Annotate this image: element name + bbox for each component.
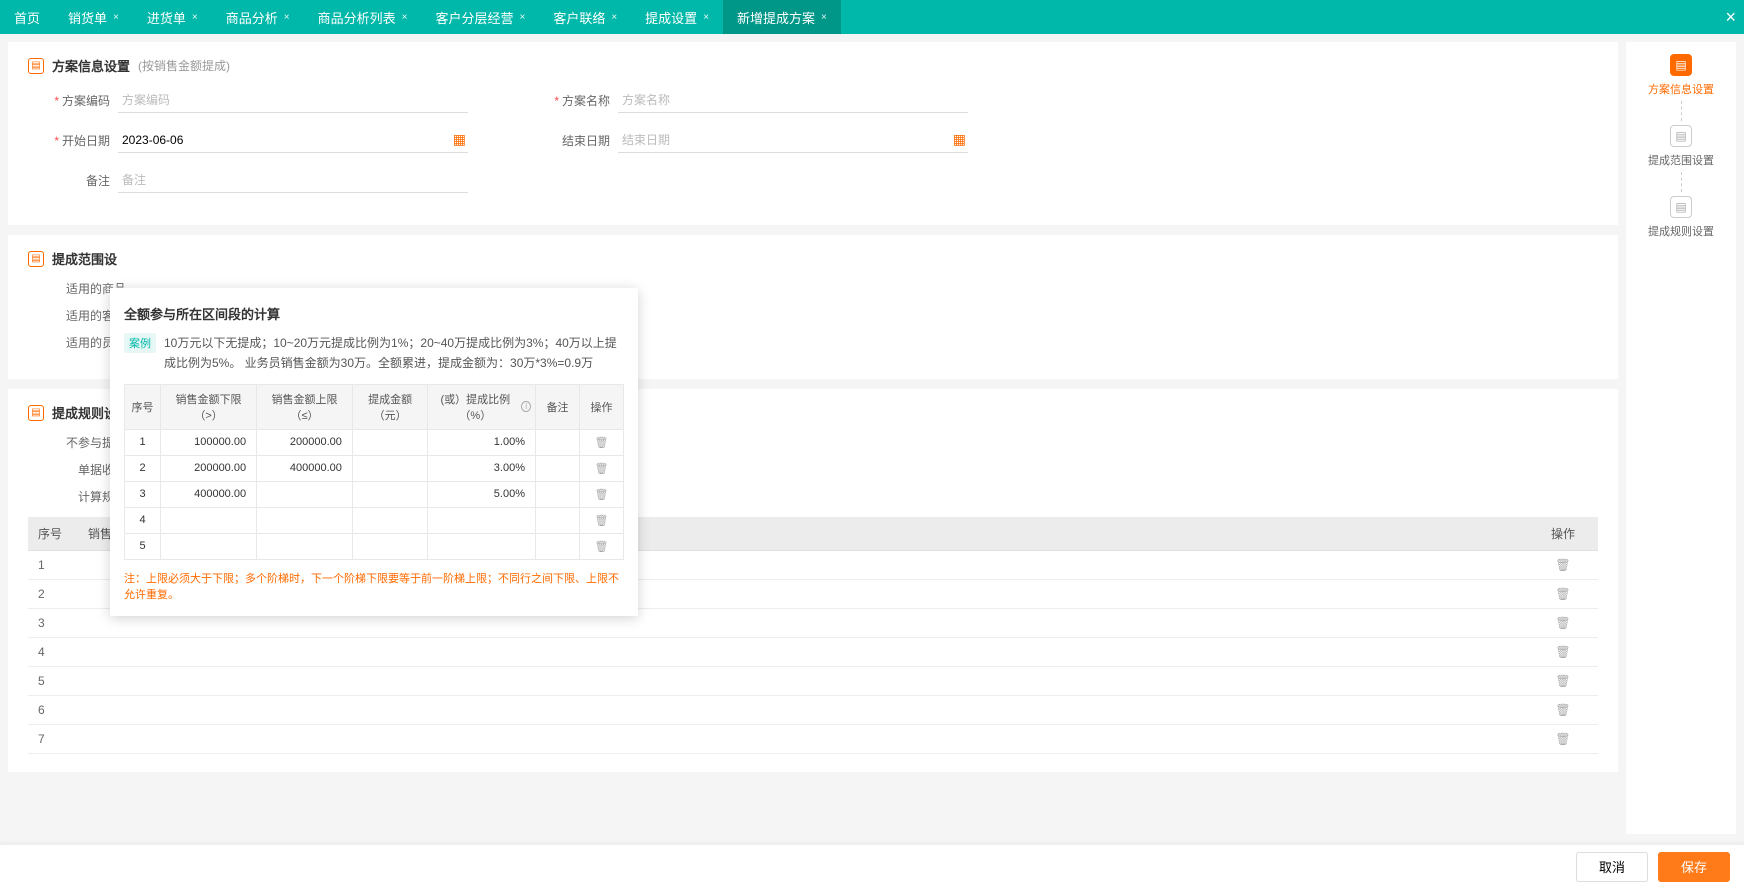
section-icon: ▤	[28, 405, 44, 421]
table-row: 2200000.00400000.003.00%🗑	[125, 455, 624, 481]
col-idx: 序号	[28, 517, 78, 551]
label-remark: 备注	[28, 172, 118, 189]
tab-commission-setting[interactable]: 提成设置×	[631, 0, 723, 34]
side-anchor-nav: ▤ 方案信息设置 ▤ 提成范围设置 ▤ 提成规则设置	[1626, 42, 1736, 834]
close-icon[interactable]: ×	[402, 12, 408, 23]
section-title: 方案信息设置	[52, 56, 130, 75]
anchor-icon: ▤	[1670, 125, 1692, 147]
input-end-date[interactable]	[618, 127, 968, 153]
table-row: 4🗑	[125, 507, 624, 533]
col-remark: 备注	[518, 517, 1528, 551]
tab-customer-tier[interactable]: 客户分层经营×	[421, 0, 539, 34]
anchor-scope[interactable]: ▤ 提成范围设置	[1648, 125, 1714, 168]
popup-table: 序号 销售金额下限（>） 销售金额上限（≤） 提成金额（元） (或）提成比例（%…	[124, 384, 624, 560]
close-icon[interactable]: ×	[284, 12, 290, 23]
input-plan-code[interactable]	[118, 87, 468, 113]
section-title: 提成范围设	[52, 249, 117, 268]
close-icon[interactable]: ×	[113, 12, 119, 23]
delete-icon[interactable]: 🗑	[1555, 703, 1570, 717]
anchor-rule[interactable]: ▤ 提成规则设置	[1648, 196, 1714, 239]
cancel-button[interactable]: 取消	[1576, 852, 1648, 882]
label-plan-name: *方案名称	[528, 92, 618, 109]
close-all-tabs[interactable]: ×	[1725, 0, 1736, 34]
section-icon: ▤	[28, 251, 44, 267]
tab-customer-contact[interactable]: 客户联络×	[539, 0, 631, 34]
delete-icon[interactable]: 🗑	[595, 437, 609, 449]
save-button[interactable]: 保存	[1658, 852, 1730, 882]
card-plan-info: ▤ 方案信息设置 (按销售金额提成) *方案编码 *方案名称 *开始日期	[8, 42, 1618, 225]
table-row[interactable]: 4🗑	[28, 638, 1598, 667]
delete-icon[interactable]: 🗑	[595, 515, 609, 527]
table-row: 3400000.005.00%🗑	[125, 481, 624, 507]
info-icon: i	[521, 401, 531, 412]
table-row[interactable]: 5🗑	[28, 667, 1598, 696]
close-icon[interactable]: ×	[192, 12, 198, 23]
anchor-icon: ▤	[1670, 54, 1692, 76]
delete-icon[interactable]: 🗑	[595, 463, 609, 475]
table-row[interactable]: 7🗑	[28, 725, 1598, 754]
label-end-date: 结束日期	[528, 132, 618, 149]
delete-icon[interactable]: 🗑	[1555, 558, 1570, 572]
delete-icon[interactable]: 🗑	[595, 541, 609, 553]
delete-icon[interactable]: 🗑	[1555, 587, 1570, 601]
footer-bar: 取消 保存	[0, 844, 1744, 888]
input-plan-name[interactable]	[618, 87, 968, 113]
input-start-date[interactable]	[118, 127, 468, 153]
popup-note: 注：上限必须大于下限；多个阶梯时，下一个阶梯下限要等于前一阶梯上限；不同行之间下…	[124, 570, 624, 602]
tab-product-analysis[interactable]: 商品分析×	[212, 0, 304, 34]
input-remark[interactable]	[118, 167, 468, 193]
section-icon: ▤	[28, 58, 44, 74]
tooltip-popup: 全额参与所在区间段的计算 案例 10万元以下无提成；10~20万元提成比例为1%…	[110, 288, 638, 616]
close-icon[interactable]: ×	[703, 12, 709, 23]
label-plan-code: *方案编码	[28, 92, 118, 109]
table-row: 5🗑	[125, 533, 624, 559]
tab-home[interactable]: 首页	[0, 0, 54, 34]
delete-icon[interactable]: 🗑	[1555, 732, 1570, 746]
delete-icon[interactable]: 🗑	[1555, 674, 1570, 688]
close-icon[interactable]: ×	[611, 12, 617, 23]
anchor-icon: ▤	[1670, 196, 1692, 218]
col-op: 操作	[1528, 517, 1598, 551]
close-icon[interactable]: ×	[821, 12, 827, 23]
tab-sale[interactable]: 销货单×	[54, 0, 133, 34]
close-icon[interactable]: ×	[519, 12, 525, 23]
popup-title: 全额参与所在区间段的计算	[124, 304, 624, 323]
tab-product-analysis-list[interactable]: 商品分析列表×	[304, 0, 422, 34]
delete-icon[interactable]: 🗑	[1555, 645, 1570, 659]
tab-new-commission[interactable]: 新增提成方案×	[723, 0, 841, 34]
delete-icon[interactable]: 🗑	[1555, 616, 1570, 630]
tab-purchase[interactable]: 进货单×	[133, 0, 212, 34]
delete-icon[interactable]: 🗑	[595, 489, 609, 501]
example-tag: 案例	[124, 333, 156, 353]
tab-bar: 首页 销货单× 进货单× 商品分析× 商品分析列表× 客户分层经营× 客户联络×…	[0, 0, 1744, 34]
label-start-date: *开始日期	[28, 132, 118, 149]
anchor-info[interactable]: ▤ 方案信息设置	[1648, 54, 1714, 97]
section-title: 提成规则设	[52, 403, 117, 422]
example-text: 10万元以下无提成；10~20万元提成比例为1%；20~40万提成比例为3%；4…	[164, 333, 624, 374]
table-row: 1100000.00200000.001.00%🗑	[125, 429, 624, 455]
section-subtitle: (按销售金额提成)	[138, 57, 230, 74]
table-row[interactable]: 6🗑	[28, 696, 1598, 725]
